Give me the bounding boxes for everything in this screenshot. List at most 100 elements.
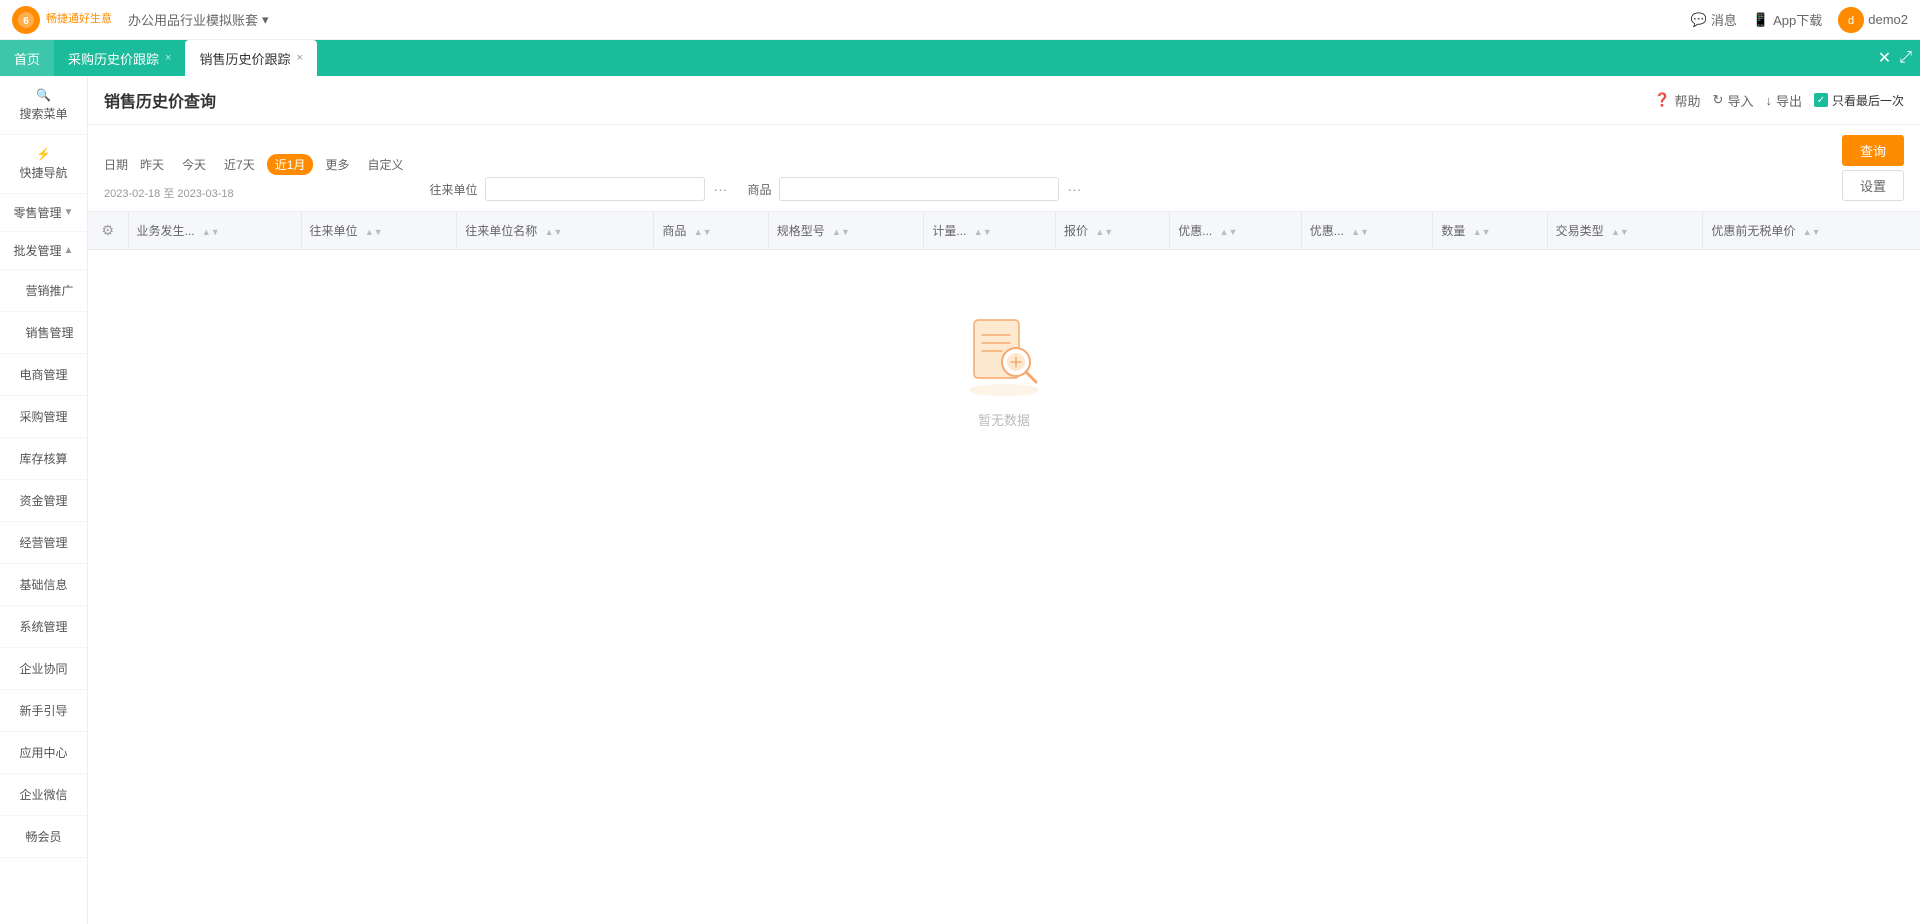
export-btn[interactable]: ↓ 导出 [1765,91,1802,110]
date-btn-last7[interactable]: 近7天 [218,154,261,175]
sidebar-item-retail[interactable]: 零售管理 ▼ [0,194,87,232]
app-download-btn[interactable]: 📱 App下载 [1753,10,1822,29]
sidebar-label-system: 系统管理 [19,618,67,635]
tab-home[interactable]: 首页 [0,40,54,76]
sidebar-item-marketing[interactable]: 营销推广 [0,270,87,312]
col-discount1[interactable]: 优惠... ▲▼ [1170,212,1302,250]
date-btn-more[interactable]: 更多 [319,154,355,175]
col-partner-name-label: 往来单位名称 [465,224,537,238]
tab-sales[interactable]: 销售历史价跟踪 × [185,40,316,76]
date-btn-custom[interactable]: 自定义 [361,154,409,175]
product-input[interactable] [779,177,1059,201]
sidebar-item-wholesale[interactable]: 批发管理 ▲ [0,232,87,270]
product-filter-group: 商品 ··· [747,177,1081,201]
col-partner-code[interactable]: 往来单位 ▲▼ [301,212,457,250]
col-spec[interactable]: 规格型号 ▲▼ [768,212,924,250]
col-settings[interactable]: ⚙ [88,212,128,250]
sidebar-item-app-center[interactable]: 应用中心 [0,732,87,774]
col-discount2[interactable]: 优惠... ▲▼ [1301,212,1433,250]
col-biz-date[interactable]: 业务发生... ▲▼ [128,212,301,250]
table-header-row: ⚙ 业务发生... ▲▼ 往来单位 ▲▼ 往来单位名称 ▲▼ [88,212,1920,250]
search-menu-icon: 🔍 [36,88,51,102]
export-icon: ↓ [1765,93,1772,108]
content-area: 销售历史价查询 ❓ 帮助 ↻ 导入 ↓ 导出 [88,76,1920,924]
sidebar-item-ecommerce[interactable]: 电商管理 [0,354,87,396]
sidebar-label-retail: 零售管理 [14,204,62,221]
col-quote[interactable]: 报价 ▲▼ [1055,212,1169,250]
col-product[interactable]: 商品 ▲▼ [654,212,768,250]
sidebar-item-finance[interactable]: 资金管理 [0,480,87,522]
sidebar-item-wechat[interactable]: 企业微信 [0,774,87,816]
sort-partner-name: ▲▼ [545,227,563,237]
sidebar-label-marketing: 营销推广 [25,282,73,299]
top-bar-left: 6 畅捷通好生意 办公用品行业模拟账套 ▾ [12,6,277,34]
col-quantity[interactable]: 数量 ▲▼ [1433,212,1547,250]
tab-maximize-icon[interactable]: ⤢ [1899,49,1912,67]
message-btn[interactable]: 💬 消息 [1691,10,1737,29]
tab-sales-close[interactable]: × [296,52,302,64]
sidebar-item-operations[interactable]: 经营管理 [0,522,87,564]
message-icon: 💬 [1691,12,1707,28]
phone-icon: 📱 [1753,12,1769,28]
partner-input-dots[interactable]: ··· [713,181,727,197]
top-bar-right: 💬 消息 📱 App下载 d demo2 [1691,7,1908,33]
tab-close-all-icon[interactable]: ✕ [1878,48,1891,68]
date-btn-last1m[interactable]: 近1月 [267,154,314,175]
sidebar-item-purchase-mgmt[interactable]: 采购管理 [0,396,87,438]
col-pretax-price[interactable]: 优惠前无税单价 ▲▼ [1703,212,1920,250]
app-selector[interactable]: 办公用品行业模拟账套 ▾ [120,10,277,29]
date-range-text: 2023-02-18 至 2023-03-18 [104,185,234,201]
date-btn-yesterday[interactable]: 昨天 [134,154,170,175]
sidebar-item-basic-info[interactable]: 基础信息 [0,564,87,606]
col-partner-name[interactable]: 往来单位名称 ▲▼ [457,212,654,250]
user-menu[interactable]: d demo2 [1838,7,1908,33]
main-layout: 🔍 搜索菜单 ⚡ 快捷导航 零售管理 ▼ 批发管理 ▲ 营销推广 销售管理 电商… [0,76,1920,924]
query-btn[interactable]: 查询 [1842,135,1904,166]
sort-discount1: ▲▼ [1220,227,1238,237]
sidebar-item-member[interactable]: 畅会员 [0,816,87,858]
svg-text:d: d [1848,15,1854,27]
tab-purchase[interactable]: 采购历史价跟踪 × [54,40,185,76]
product-label: 商品 [747,181,771,198]
col-pretax-price-label: 优惠前无税单价 [1711,224,1795,238]
col-unit[interactable]: 计量... ▲▼ [924,212,1056,250]
col-biz-date-label: 业务发生... [137,224,195,238]
product-input-dots[interactable]: ··· [1067,181,1081,197]
sidebar-label-enterprise: 企业协同 [19,660,67,677]
filter-bar: 日期 昨天 今天 近7天 近1月 更多 自定义 2023-02-18 至 202… [88,125,1920,212]
dropdown-icon: ▾ [262,12,269,28]
sort-partner-code: ▲▼ [365,227,383,237]
only-last-checkbox[interactable]: 只看最后一次 [1814,92,1904,109]
date-btn-today[interactable]: 今天 [176,154,212,175]
sidebar-label-sales-mgmt: 销售管理 [25,324,73,341]
settings-btn[interactable]: 设置 [1842,170,1904,201]
sidebar-label-finance: 资金管理 [19,492,67,509]
date-filter-row: 日期 昨天 今天 近7天 近1月 更多 自定义 [104,154,409,175]
sidebar-item-inventory[interactable]: 库存核算 [0,438,87,480]
sidebar-item-sales-mgmt[interactable]: 销售管理 [0,312,87,354]
sidebar-item-enterprise[interactable]: 企业协同 [0,648,87,690]
partner-input[interactable] [485,177,705,201]
help-icon: ❓ [1654,92,1670,108]
import-btn[interactable]: ↻ 导入 [1713,91,1754,110]
tab-bar: 首页 采购历史价跟踪 × 销售历史价跟踪 × ✕ ⤢ [0,40,1920,76]
wholesale-arrow-icon: ▲ [64,245,74,256]
sidebar-label-quick-nav: 快捷导航 [19,164,67,181]
gear-icon[interactable]: ⚙ [101,222,114,238]
sidebar-item-guide[interactable]: 新手引导 [0,690,87,732]
col-discount2-label: 优惠... [1310,224,1344,238]
export-label: 导出 [1776,91,1802,110]
sidebar-item-quick-nav[interactable]: ⚡ 快捷导航 [0,135,87,194]
logo-icon: 6 [12,6,40,34]
col-trade-type[interactable]: 交易类型 ▲▼ [1547,212,1703,250]
sidebar-item-search-menu[interactable]: 🔍 搜索菜单 [0,76,87,135]
page-title-row: 销售历史价查询 ❓ 帮助 ↻ 导入 ↓ 导出 [104,88,1904,112]
app-download-label: App下载 [1773,10,1822,29]
sidebar-item-system[interactable]: 系统管理 [0,606,87,648]
user-name: demo2 [1868,12,1908,27]
help-btn[interactable]: ❓ 帮助 [1654,91,1700,110]
avatar: d [1838,7,1864,33]
tab-home-label: 首页 [14,49,40,68]
sidebar-label-purchase-mgmt: 采购管理 [19,408,67,425]
tab-purchase-close[interactable]: × [165,52,171,64]
